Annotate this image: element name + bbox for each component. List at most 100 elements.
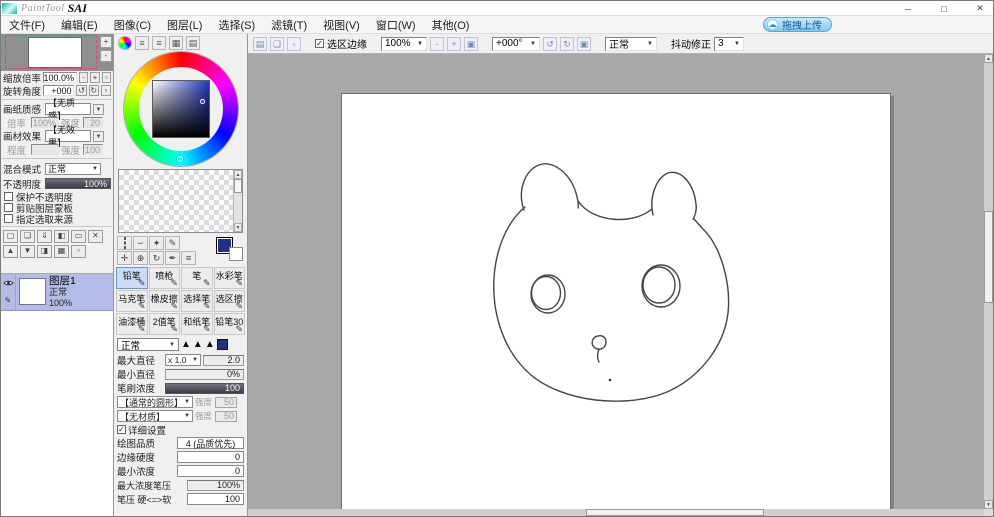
clipping-mask-checkbox[interactable] bbox=[4, 203, 13, 212]
diameter-unit-select[interactable]: x 1.0 ▼ bbox=[165, 354, 201, 366]
menu-layer[interactable]: 图层(L) bbox=[159, 16, 210, 33]
background-color-swatch[interactable] bbox=[229, 247, 243, 261]
scratchpad-scrollbar[interactable]: ▲ ▼ bbox=[233, 170, 242, 232]
nav-rotate-reset-button[interactable]: ▫ bbox=[100, 85, 111, 96]
drawing-canvas[interactable] bbox=[341, 93, 891, 509]
vertical-scroll-thumb[interactable] bbox=[984, 211, 993, 303]
scratchpad-tab-icon[interactable]: ▤ bbox=[186, 36, 200, 50]
layer-grid-button[interactable]: ▦ bbox=[54, 245, 69, 258]
tool-pen[interactable]: 笔 ✎ bbox=[181, 267, 213, 289]
navigator-zoom-out-button[interactable]: - bbox=[100, 50, 112, 62]
swatches-tab-icon[interactable]: ▦ bbox=[169, 36, 183, 50]
brush-tip-shape-icon[interactable]: ▲ bbox=[193, 339, 203, 351]
brush-texture-select[interactable]: 【无材质】 ▼ bbox=[117, 410, 193, 422]
layer-move-up-button[interactable]: ▲ bbox=[3, 245, 18, 258]
menu-file[interactable]: 文件(F) bbox=[1, 16, 53, 33]
new-layer-folder-button[interactable]: ❏ bbox=[20, 230, 35, 243]
magic-wand-tool-icon[interactable]: ✦ bbox=[149, 236, 164, 250]
selection-source-checkbox[interactable] bbox=[4, 214, 13, 223]
lasso-tool-icon[interactable]: ∽ bbox=[133, 236, 148, 250]
new-canvas-icon[interactable]: ▤ bbox=[253, 36, 267, 51]
pan-tool-icon[interactable]: ≡ bbox=[181, 251, 196, 265]
tool-bucket[interactable]: 油漆桶 ✎ bbox=[116, 313, 148, 335]
detail-settings-checkbox[interactable]: ✓ bbox=[117, 425, 126, 434]
menu-filter[interactable]: 滤镜(T) bbox=[263, 16, 315, 33]
rgb-slider-tab-icon[interactable]: ≡ bbox=[135, 36, 149, 50]
nav-rotate-ccw-button[interactable]: ↺ bbox=[76, 85, 87, 96]
angle-select[interactable]: +000° ▼ bbox=[492, 36, 540, 51]
layer-item-selected[interactable]: ✎ 图层1 正常 100% bbox=[1, 274, 113, 311]
save-file-icon[interactable]: ▫ bbox=[287, 36, 301, 51]
draw-quality-select[interactable]: 4 (品质优先) bbox=[177, 437, 244, 449]
color-wheel-tab-icon[interactable] bbox=[118, 36, 132, 50]
rect-select-tool-icon[interactable] bbox=[117, 236, 132, 250]
delete-layer-button[interactable]: ✕ bbox=[88, 230, 103, 243]
scroll-up-icon[interactable]: ▲ bbox=[984, 54, 993, 63]
menu-select[interactable]: 选择(S) bbox=[210, 16, 263, 33]
tool-marker[interactable]: 马克笔 ✎ bbox=[116, 290, 148, 312]
brush-tip-shape-icon[interactable]: ▲ bbox=[181, 339, 191, 351]
paper-texture-dropdown-icon[interactable]: ▼ bbox=[93, 103, 104, 115]
layer-visibility-eye-icon[interactable] bbox=[2, 279, 14, 287]
menu-others[interactable]: 其他(O) bbox=[424, 16, 478, 33]
material-effect-select[interactable]: 【无效果】 bbox=[45, 125, 91, 148]
navigator-zoom-in-button[interactable]: + bbox=[100, 36, 112, 48]
open-file-icon[interactable]: ❏ bbox=[270, 36, 284, 51]
layer-mask-button[interactable]: ◨ bbox=[37, 245, 52, 258]
max-density-pressure-value[interactable]: 100% bbox=[187, 479, 244, 491]
canvas-blend-mode-select[interactable]: 正常 ▼ bbox=[605, 36, 657, 51]
zoom-reset-button[interactable]: ▣ bbox=[464, 36, 478, 51]
hsv-slider-tab-icon[interactable]: ≡ bbox=[152, 36, 166, 50]
scratchpad-swatch-area[interactable]: ▲ ▼ bbox=[118, 169, 243, 233]
tool-airbrush[interactable]: 喷枪 ✎ bbox=[148, 267, 180, 289]
paper-texture-select[interactable]: 【无质感】 bbox=[45, 98, 91, 121]
merge-down-button[interactable]: ◧ bbox=[54, 230, 69, 243]
brush-tip-shape-icon[interactable]: ▲ bbox=[205, 339, 215, 351]
horizontal-scrollbar[interactable] bbox=[248, 509, 984, 516]
rotate-cw-button[interactable]: ↻ bbox=[560, 36, 574, 51]
sv-marker[interactable] bbox=[199, 99, 205, 104]
color-wheel[interactable] bbox=[123, 52, 238, 166]
close-button[interactable]: ✕ bbox=[971, 3, 989, 14]
saturation-value-square[interactable] bbox=[151, 80, 210, 138]
brush-density-slider[interactable]: 100 bbox=[165, 382, 244, 394]
scroll-down-icon[interactable]: ▼ bbox=[984, 500, 993, 509]
zoom-tool-icon[interactable]: ⊕ bbox=[133, 251, 148, 265]
tool-paper-pen[interactable]: 和纸笔 ✎ bbox=[181, 313, 213, 335]
scroll-thumb[interactable] bbox=[234, 179, 242, 193]
layer-misc-button[interactable]: ▫ bbox=[71, 245, 86, 258]
menu-window[interactable]: 窗口(W) bbox=[368, 16, 424, 33]
menu-image[interactable]: 图像(C) bbox=[106, 16, 159, 33]
tool-watercolor[interactable]: 水彩笔 ✎ bbox=[213, 267, 245, 289]
rotate-tool-icon[interactable]: ↻ bbox=[149, 251, 164, 265]
tool-select-eraser[interactable]: 选区擦 ✎ bbox=[213, 290, 245, 312]
transfer-down-button[interactable]: ⇓ bbox=[37, 230, 52, 243]
scroll-up-icon[interactable]: ▲ bbox=[234, 170, 242, 179]
zoom-out-button[interactable]: - bbox=[430, 36, 444, 51]
new-layer-button[interactable]: ▢ bbox=[3, 230, 18, 243]
menu-view[interactable]: 视图(V) bbox=[315, 16, 368, 33]
minimize-button[interactable]: ─ bbox=[899, 4, 917, 14]
brush-tip-square-icon[interactable] bbox=[216, 339, 228, 350]
tool-select-pen[interactable]: 选择笔 ✎ bbox=[181, 290, 213, 312]
opacity-slider[interactable]: 100% bbox=[45, 178, 111, 189]
protect-opacity-checkbox[interactable] bbox=[4, 192, 13, 201]
navigator-zoom-value[interactable]: 100.0% bbox=[43, 72, 78, 83]
move-tool-icon[interactable]: ✛ bbox=[117, 251, 132, 265]
stabilizer-select[interactable]: 3 ▼ bbox=[714, 36, 744, 51]
zoom-in-button[interactable]: + bbox=[447, 36, 461, 51]
scroll-down-icon[interactable]: ▼ bbox=[234, 223, 242, 232]
zoom-select[interactable]: 100% ▼ bbox=[381, 36, 427, 51]
min-density-value[interactable]: 0 bbox=[177, 465, 244, 477]
vertical-scrollbar[interactable]: ▲ ▼ bbox=[984, 54, 993, 509]
maximize-button[interactable]: □ bbox=[935, 4, 953, 14]
layer-move-down-button[interactable]: ▼ bbox=[20, 245, 35, 258]
brush-blend-mode-select[interactable]: 正常 ▼ bbox=[117, 338, 179, 352]
drag-upload-button[interactable]: ☁ 拖拽上传 bbox=[763, 17, 832, 32]
pressure-hard-soft-value[interactable]: 100 bbox=[187, 493, 244, 505]
navigator-preview[interactable]: + - bbox=[1, 34, 113, 71]
layer-blend-mode-select[interactable]: 正常 ▼ bbox=[45, 162, 101, 175]
selection-edge-checkbox[interactable]: ✓ bbox=[315, 39, 324, 48]
brush-shape-select[interactable]: 【通常的圆形】 ▼ bbox=[117, 396, 193, 408]
eyedropper-tool-icon[interactable]: ✒ bbox=[165, 251, 180, 265]
